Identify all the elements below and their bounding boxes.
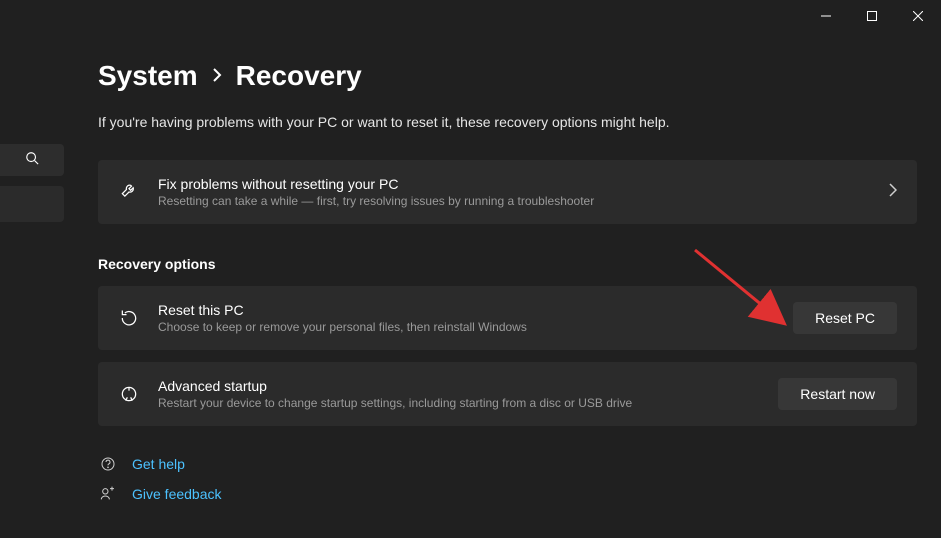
window-controls — [803, 0, 941, 32]
breadcrumb-parent[interactable]: System — [98, 60, 198, 92]
give-feedback-link[interactable]: Give feedback — [98, 486, 917, 502]
restart-now-button[interactable]: Restart now — [778, 378, 897, 410]
chevron-right-icon — [212, 65, 222, 88]
reset-pc-card: Reset this PC Choose to keep or remove y… — [98, 286, 917, 350]
search-box[interactable] — [0, 144, 64, 176]
search-icon — [25, 151, 39, 170]
breadcrumb-current: Recovery — [236, 60, 362, 92]
give-feedback-label: Give feedback — [132, 486, 222, 502]
reset-icon — [118, 308, 140, 328]
reset-pc-button[interactable]: Reset PC — [793, 302, 897, 334]
fix-problems-desc: Resetting can take a while — first, try … — [158, 194, 871, 208]
get-help-link[interactable]: Get help — [98, 456, 917, 472]
help-icon — [98, 456, 118, 472]
maximize-button[interactable] — [849, 0, 895, 32]
breadcrumb: System Recovery — [98, 60, 917, 92]
minimize-button[interactable] — [803, 0, 849, 32]
troubleshoot-icon — [118, 182, 140, 202]
chevron-right-icon — [889, 183, 897, 202]
recovery-options-header: Recovery options — [98, 256, 917, 272]
sidebar-selected-item[interactable] — [0, 186, 64, 222]
get-help-label: Get help — [132, 456, 185, 472]
advanced-startup-card: Advanced startup Restart your device to … — [98, 362, 917, 426]
reset-pc-title: Reset this PC — [158, 302, 775, 318]
feedback-icon — [98, 486, 118, 502]
advanced-startup-desc: Restart your device to change startup se… — [158, 396, 760, 410]
fix-problems-title: Fix problems without resetting your PC — [158, 176, 871, 192]
advanced-startup-title: Advanced startup — [158, 378, 760, 394]
reset-pc-desc: Choose to keep or remove your personal f… — [158, 320, 775, 334]
fix-problems-card[interactable]: Fix problems without resetting your PC R… — [98, 160, 917, 224]
intro-text: If you're having problems with your PC o… — [98, 114, 917, 130]
advanced-startup-icon — [118, 384, 140, 404]
close-button[interactable] — [895, 0, 941, 32]
